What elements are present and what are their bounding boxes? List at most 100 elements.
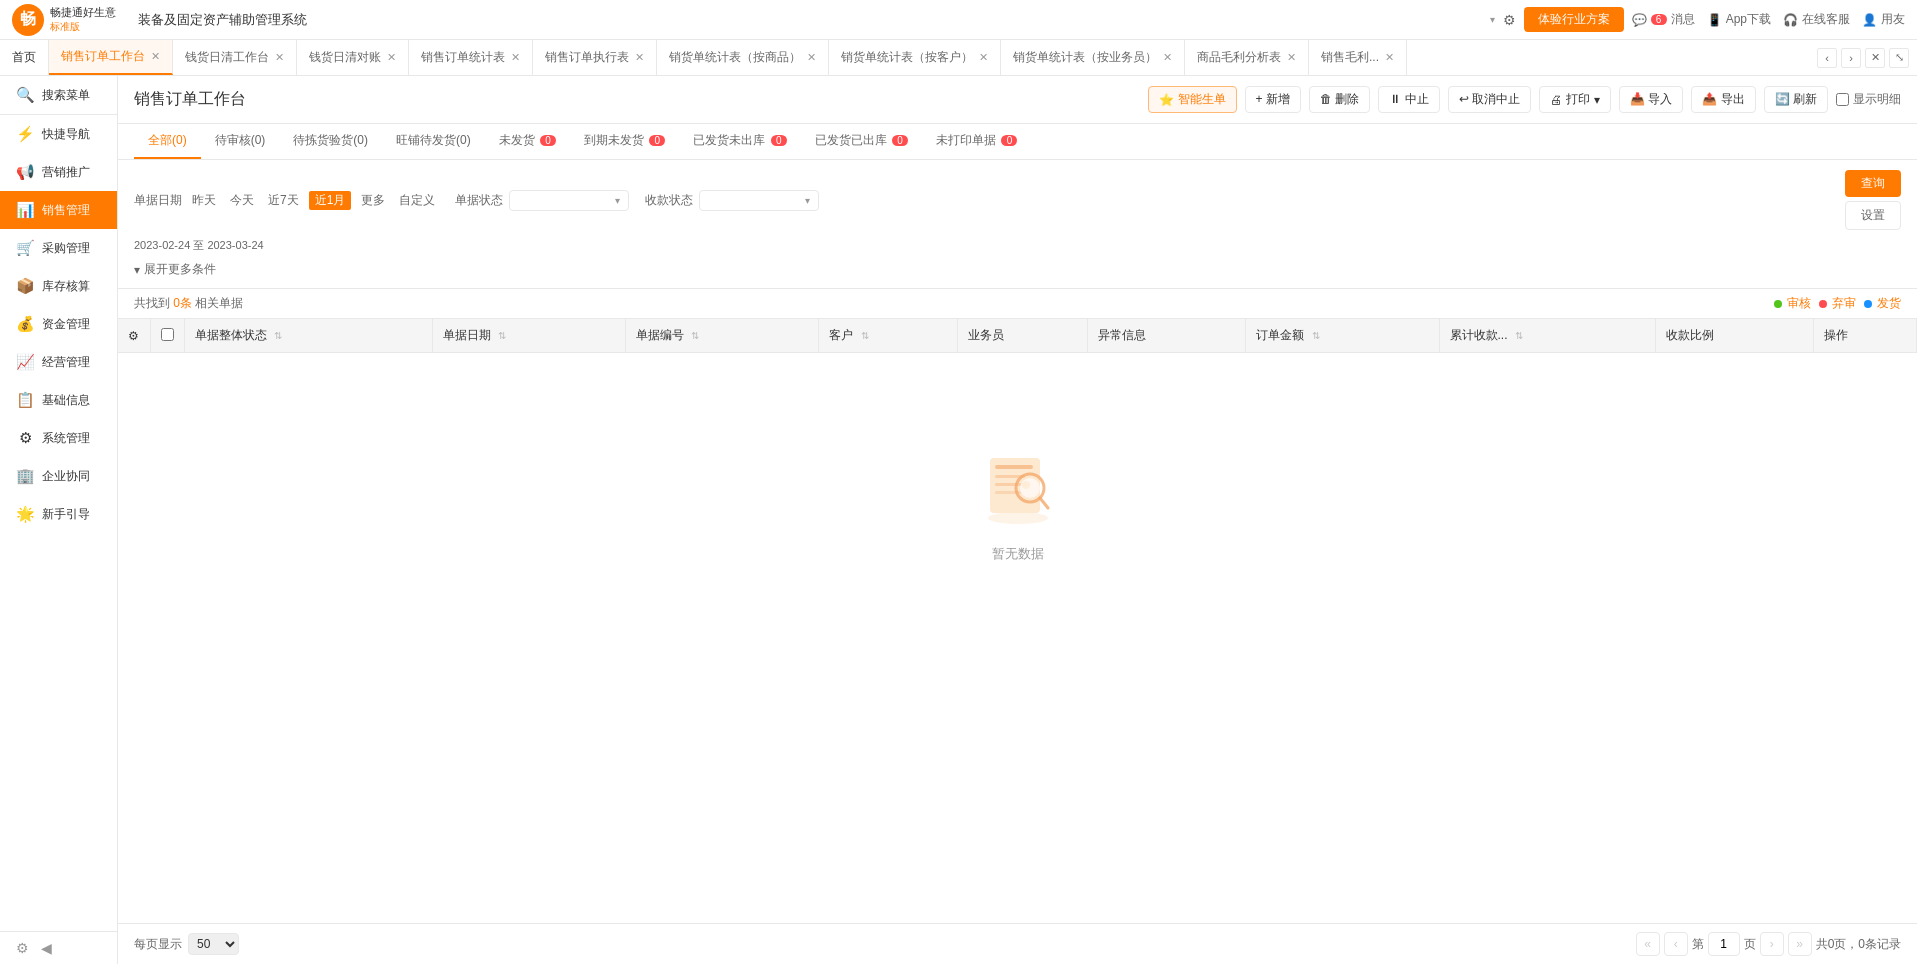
- page-prev-btn[interactable]: ‹: [1664, 932, 1688, 956]
- sidebar-item-finance[interactable]: 💰 资金管理: [0, 305, 117, 343]
- tab-sales-more[interactable]: 销售毛利... ✕: [1309, 40, 1407, 75]
- tab-nav-next[interactable]: ›: [1841, 48, 1861, 68]
- page-input[interactable]: [1708, 932, 1740, 956]
- page-first-btn[interactable]: «: [1636, 932, 1660, 956]
- sidebar-item-newbie[interactable]: 🌟 新手引导: [0, 495, 117, 533]
- smart-create-btn[interactable]: ⭐ 智能生单: [1148, 86, 1237, 113]
- tab-sales-stat-staff-close[interactable]: ✕: [1163, 52, 1172, 63]
- ship-action-btn[interactable]: 发货: [1864, 295, 1901, 312]
- sub-tab-pending-inspect[interactable]: 待拣货验货(0): [279, 124, 382, 159]
- unreview-action-btn[interactable]: 弃审: [1819, 295, 1856, 312]
- col-amount-sort[interactable]: ⇅: [1312, 330, 1320, 341]
- import-btn[interactable]: 📥 导入: [1619, 86, 1683, 113]
- review-action-btn[interactable]: 审核: [1774, 295, 1811, 312]
- sidebar-item-inventory[interactable]: 📦 库存核算: [0, 267, 117, 305]
- sidebar-enterprise-label: 企业协同: [42, 468, 90, 485]
- support-btn[interactable]: 🎧 在线客服: [1783, 11, 1850, 28]
- page-last-btn[interactable]: »: [1788, 932, 1812, 956]
- sidebar-item-enterprise[interactable]: 🏢 企业协同: [0, 457, 117, 495]
- tab-gross-profit[interactable]: 商品毛利分析表 ✕: [1185, 40, 1309, 75]
- system-dropdown-arrow[interactable]: ▾: [1490, 14, 1495, 25]
- message-btn[interactable]: 💬 6 消息: [1632, 11, 1695, 28]
- date-opt-custom[interactable]: 自定义: [395, 190, 439, 211]
- date-opt-1month[interactable]: 近1月: [309, 191, 352, 210]
- refresh-btn[interactable]: 🔄 刷新: [1764, 86, 1828, 113]
- app-download-btn[interactable]: 📱 App下载: [1707, 11, 1771, 28]
- sidebar-item-marketing[interactable]: 📢 营销推广: [0, 153, 117, 191]
- tab-close-all[interactable]: ✕: [1865, 48, 1885, 68]
- tab-sales-stat-product-close[interactable]: ✕: [807, 52, 816, 63]
- trial-btn[interactable]: 体验行业方案: [1524, 7, 1624, 32]
- col-date-sort[interactable]: ⇅: [498, 330, 506, 341]
- tab-home[interactable]: 首页: [0, 40, 49, 75]
- tab-nav-prev[interactable]: ‹: [1817, 48, 1837, 68]
- sub-tab-pending-review[interactable]: 待审核(0): [201, 124, 280, 159]
- sub-tab-overdue[interactable]: 到期未发货 0: [570, 124, 679, 159]
- sub-tab-shipped-out[interactable]: 已发货已出库 0: [801, 124, 922, 159]
- sidebar-item-sales[interactable]: 📊 销售管理: [0, 191, 117, 229]
- tab-cash-daily-close[interactable]: ✕: [275, 52, 284, 63]
- print-dropdown-arrow[interactable]: ▾: [1594, 93, 1600, 107]
- per-page-select[interactable]: 50 10 20 30 100: [188, 933, 239, 955]
- expand-filter-btn[interactable]: ▾ 展开更多条件: [134, 261, 1901, 278]
- date-opt-more[interactable]: 更多: [357, 190, 389, 211]
- date-opt-7days[interactable]: 近7天: [264, 190, 303, 211]
- tab-sales-stat-customer[interactable]: 销货单统计表（按客户） ✕: [829, 40, 1001, 75]
- select-all-checkbox[interactable]: [161, 328, 174, 341]
- sidebar-item-quick-nav[interactable]: ⚡ 快捷导航: [0, 115, 117, 153]
- status-filter-select[interactable]: ▾: [509, 190, 629, 211]
- tab-sales-stat-close[interactable]: ✕: [511, 52, 520, 63]
- sidebar-item-purchase[interactable]: 🛒 采购管理: [0, 229, 117, 267]
- col-collected-sort[interactable]: ⇅: [1515, 330, 1523, 341]
- tab-sales-workbench[interactable]: 销售订单工作台 ✕: [49, 40, 173, 75]
- sub-tab-not-shipped[interactable]: 未发货 0: [485, 124, 570, 159]
- tab-sales-exec[interactable]: 销售订单执行表 ✕: [533, 40, 657, 75]
- pause-btn[interactable]: ⏸ 中止: [1378, 86, 1439, 113]
- tab-sales-more-close[interactable]: ✕: [1385, 52, 1394, 63]
- tab-sales-workbench-close[interactable]: ✕: [151, 51, 160, 62]
- print-btn[interactable]: 🖨 打印 ▾: [1539, 86, 1611, 113]
- date-opt-today[interactable]: 今天: [226, 190, 258, 211]
- sub-tab-not-printed[interactable]: 未打印单据 0: [922, 124, 1031, 159]
- tab-cash-reconcile-close[interactable]: ✕: [387, 52, 396, 63]
- col-checkbox[interactable]: [150, 319, 184, 353]
- col-gear[interactable]: ⚙: [118, 319, 150, 353]
- sidebar-item-operations[interactable]: 📈 经营管理: [0, 343, 117, 381]
- svg-point-0: [988, 512, 1048, 524]
- user-btn[interactable]: 👤 用友: [1862, 11, 1905, 28]
- tab-cash-daily[interactable]: 钱货日清工作台 ✕: [173, 40, 297, 75]
- query-btn[interactable]: 查询: [1845, 170, 1901, 197]
- sub-tab-wangpu[interactable]: 旺铺待发货(0): [382, 124, 485, 159]
- cancel-pause-btn[interactable]: ↩ 取消中止: [1448, 86, 1531, 113]
- col-customer-sort[interactable]: ⇅: [861, 330, 869, 341]
- tab-sales-stat-product[interactable]: 销货单统计表（按商品） ✕: [657, 40, 829, 75]
- tab-sales-stat[interactable]: 销售订单统计表 ✕: [409, 40, 533, 75]
- col-number-sort[interactable]: ⇅: [691, 330, 699, 341]
- col-status-sort[interactable]: ⇅: [274, 330, 282, 341]
- tab-cash-reconcile[interactable]: 钱货日清对账 ✕: [297, 40, 409, 75]
- tab-sales-stat-customer-close[interactable]: ✕: [979, 52, 988, 63]
- sidebar-item-basic-info[interactable]: 📋 基础信息: [0, 381, 117, 419]
- sidebar-collapse-btn[interactable]: ◀: [41, 940, 52, 956]
- add-btn[interactable]: + 新增: [1245, 86, 1301, 113]
- payment-filter-select[interactable]: ▾: [699, 190, 819, 211]
- tab-sales-stat-staff[interactable]: 销货单统计表（按业务员） ✕: [1001, 40, 1185, 75]
- sidebar-settings-btn[interactable]: ⚙: [16, 940, 29, 956]
- sub-tab-all[interactable]: 全部(0): [134, 124, 201, 159]
- show-detail-input[interactable]: [1836, 93, 1849, 106]
- sidebar-item-search[interactable]: 🔍 搜索菜单: [0, 76, 117, 115]
- tab-sales-exec-close[interactable]: ✕: [635, 52, 644, 63]
- date-opt-yesterday[interactable]: 昨天: [188, 190, 220, 211]
- settings-icon[interactable]: ⚙: [1503, 12, 1516, 28]
- status-filter-arrow: ▾: [615, 195, 620, 206]
- export-btn[interactable]: 📤 导出: [1691, 86, 1755, 113]
- sub-tab-shipped-not-out[interactable]: 已发货未出库 0: [679, 124, 800, 159]
- delete-btn[interactable]: 🗑 删除: [1309, 86, 1370, 113]
- set-btn[interactable]: 设置: [1845, 201, 1901, 230]
- show-detail-checkbox[interactable]: 显示明细: [1836, 91, 1901, 108]
- date-range-display: 2023-02-24 至 2023-03-24: [134, 238, 264, 253]
- tab-maximize[interactable]: ⤡: [1889, 48, 1909, 68]
- page-next-btn[interactable]: ›: [1760, 932, 1784, 956]
- sidebar-item-system[interactable]: ⚙ 系统管理: [0, 419, 117, 457]
- tab-gross-profit-close[interactable]: ✕: [1287, 52, 1296, 63]
